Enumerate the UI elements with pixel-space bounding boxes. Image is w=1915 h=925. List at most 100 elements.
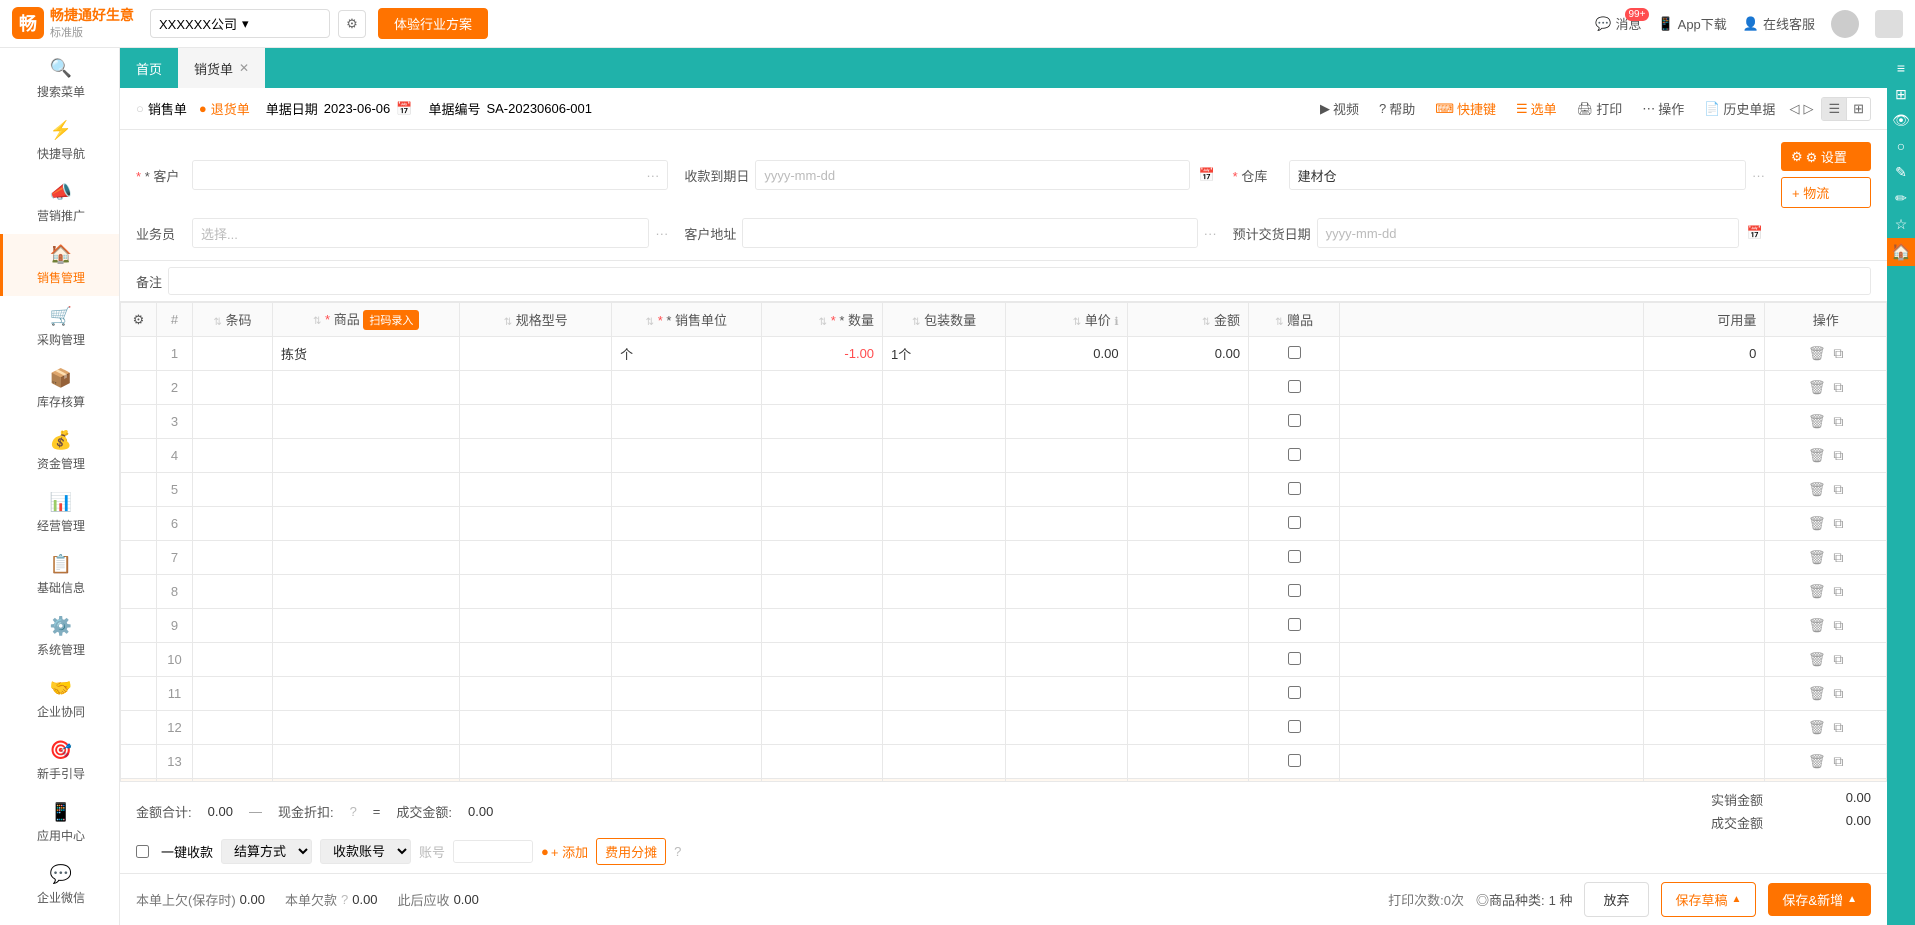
due-date-input[interactable]: yyyy-mm-dd [755, 160, 1190, 190]
cell-unit-5[interactable] [612, 507, 761, 541]
customer-input[interactable]: ··· [192, 160, 668, 190]
cell-spec-3[interactable] [460, 439, 612, 473]
cell-product-0[interactable]: 拣货 [273, 337, 460, 371]
copy-row-icon-11[interactable]: ⧉ [1833, 719, 1843, 735]
expected-date-calendar-icon[interactable]: 📅 [1745, 223, 1765, 243]
logistics-button[interactable]: + 物流 [1781, 177, 1871, 208]
cell-unit-10[interactable] [612, 677, 761, 711]
copy-row-icon-6[interactable]: ⧉ [1833, 549, 1843, 565]
cell-amount-6[interactable] [1127, 541, 1248, 575]
address-input[interactable] [742, 218, 1197, 248]
gift-checkbox-7[interactable] [1288, 584, 1301, 597]
cell-price-10[interactable] [1006, 677, 1127, 711]
cell-unit-3[interactable] [612, 439, 761, 473]
sidebar-item-apps[interactable]: 📱 应用中心 [0, 792, 119, 854]
avatar[interactable] [1831, 10, 1859, 38]
settlement-select[interactable]: 结算方式 [221, 839, 312, 864]
rf-pencil-icon[interactable]: ✏ [1889, 186, 1913, 210]
radio-sales[interactable]: ○ 销售单 [136, 99, 187, 118]
cell-gift-3[interactable] [1249, 439, 1340, 473]
copy-row-icon-10[interactable]: ⧉ [1833, 685, 1843, 701]
sidebar-item-wechat[interactable]: 💬 企业微信 [0, 854, 119, 916]
avatar-arrow[interactable] [1875, 10, 1903, 38]
sidebar-item-member[interactable]: 👑 畅会员 [0, 916, 119, 925]
cell-barcode-9[interactable] [193, 643, 273, 677]
cell-price-5[interactable] [1006, 507, 1127, 541]
cell-amount-3[interactable] [1127, 439, 1248, 473]
delete-row-icon-5[interactable]: 🗑 [1808, 515, 1826, 531]
cell-gift-5[interactable] [1249, 507, 1340, 541]
rf-list-icon[interactable]: ≡ [1889, 56, 1913, 80]
cell-gift-0[interactable] [1249, 337, 1340, 371]
cell-gift-2[interactable] [1249, 405, 1340, 439]
cell-spec-6[interactable] [460, 541, 612, 575]
expense-split-btn[interactable]: 费用分摊 [596, 838, 666, 865]
gift-checkbox-10[interactable] [1288, 686, 1301, 699]
delete-row-icon-11[interactable]: 🗑 [1808, 719, 1826, 735]
rf-circle-icon[interactable]: ○ [1889, 134, 1913, 158]
app-download-btn[interactable]: 📱 App下载 [1657, 14, 1726, 33]
delete-row-icon-4[interactable]: 🗑 [1808, 481, 1826, 497]
cell-pkg-2[interactable] [883, 405, 1006, 439]
cell-price-2[interactable] [1006, 405, 1127, 439]
rf-star-icon[interactable]: ☆ [1889, 212, 1913, 236]
scan-button[interactable]: 扫码录入 [363, 310, 419, 330]
cell-spec-7[interactable] [460, 575, 612, 609]
copy-row-icon-2[interactable]: ⧉ [1833, 413, 1843, 429]
shortcut-btn[interactable]: ⌨ 快捷键 [1429, 96, 1502, 121]
delete-row-icon-8[interactable]: 🗑 [1808, 617, 1826, 633]
cell-price-0[interactable]: 0.00 [1006, 337, 1127, 371]
cell-product-2[interactable] [273, 405, 460, 439]
price-info-icon[interactable]: ℹ [1114, 316, 1118, 328]
copy-row-icon-0[interactable]: ⧉ [1833, 345, 1843, 361]
delete-row-icon-9[interactable]: 🗑 [1808, 651, 1826, 667]
cell-gift-7[interactable] [1249, 575, 1340, 609]
cell-pkg-7[interactable] [883, 575, 1006, 609]
account-select[interactable]: 收款账号 [320, 839, 411, 864]
gift-checkbox-1[interactable] [1288, 380, 1301, 393]
cell-price-1[interactable] [1006, 371, 1127, 405]
cell-barcode-12[interactable] [193, 745, 273, 779]
warehouse-input[interactable]: 建材仓 [1289, 160, 1746, 190]
tab-sales-order[interactable]: 销货单 ✕ [178, 48, 265, 88]
cell-spec-4[interactable] [460, 473, 612, 507]
prev-icon[interactable]: ◁ [1789, 101, 1799, 117]
sidebar-item-inventory[interactable]: 📦 库存核算 [0, 358, 119, 420]
copy-row-icon-9[interactable]: ⧉ [1833, 651, 1843, 667]
cell-unit-6[interactable] [612, 541, 761, 575]
amount-input[interactable] [453, 840, 533, 863]
cell-product-11[interactable] [273, 711, 460, 745]
delete-row-icon-3[interactable]: 🗑 [1808, 447, 1826, 463]
cell-spec-1[interactable] [460, 371, 612, 405]
cell-qty-2[interactable] [761, 405, 882, 439]
rf-edit-icon[interactable]: ✎ [1889, 160, 1913, 184]
cell-spec-12[interactable] [460, 745, 612, 779]
save-new-button[interactable]: 保存&新增 ▲ [1768, 883, 1871, 916]
cell-barcode-0[interactable] [193, 337, 273, 371]
cell-product-12[interactable] [273, 745, 460, 779]
cell-pkg-4[interactable] [883, 473, 1006, 507]
gift-checkbox-3[interactable] [1288, 448, 1301, 461]
help-btn[interactable]: ? 帮助 [1373, 96, 1421, 121]
cell-gift-10[interactable] [1249, 677, 1340, 711]
cell-product-7[interactable] [273, 575, 460, 609]
th-settings[interactable]: ⚙ [121, 303, 157, 337]
cell-amount-2[interactable] [1127, 405, 1248, 439]
cell-amount-9[interactable] [1127, 643, 1248, 677]
cell-unit-11[interactable] [612, 711, 761, 745]
copy-row-icon-3[interactable]: ⧉ [1833, 447, 1843, 463]
ops-btn[interactable]: ⋯ 操作 [1636, 96, 1690, 121]
sidebar-item-purchase[interactable]: 🛒 采购管理 [0, 296, 119, 358]
delete-row-icon-1[interactable]: 🗑 [1808, 379, 1826, 395]
save-draft-button[interactable]: 保存草稿 ▲ [1661, 882, 1757, 917]
cell-barcode-4[interactable] [193, 473, 273, 507]
cell-pkg-12[interactable] [883, 745, 1006, 779]
cell-product-9[interactable] [273, 643, 460, 677]
cell-pkg-9[interactable] [883, 643, 1006, 677]
cell-qty-7[interactable] [761, 575, 882, 609]
cell-price-8[interactable] [1006, 609, 1127, 643]
cell-pkg-8[interactable] [883, 609, 1006, 643]
cell-qty-1[interactable] [761, 371, 882, 405]
cell-barcode-2[interactable] [193, 405, 273, 439]
copy-row-icon-4[interactable]: ⧉ [1833, 481, 1843, 497]
